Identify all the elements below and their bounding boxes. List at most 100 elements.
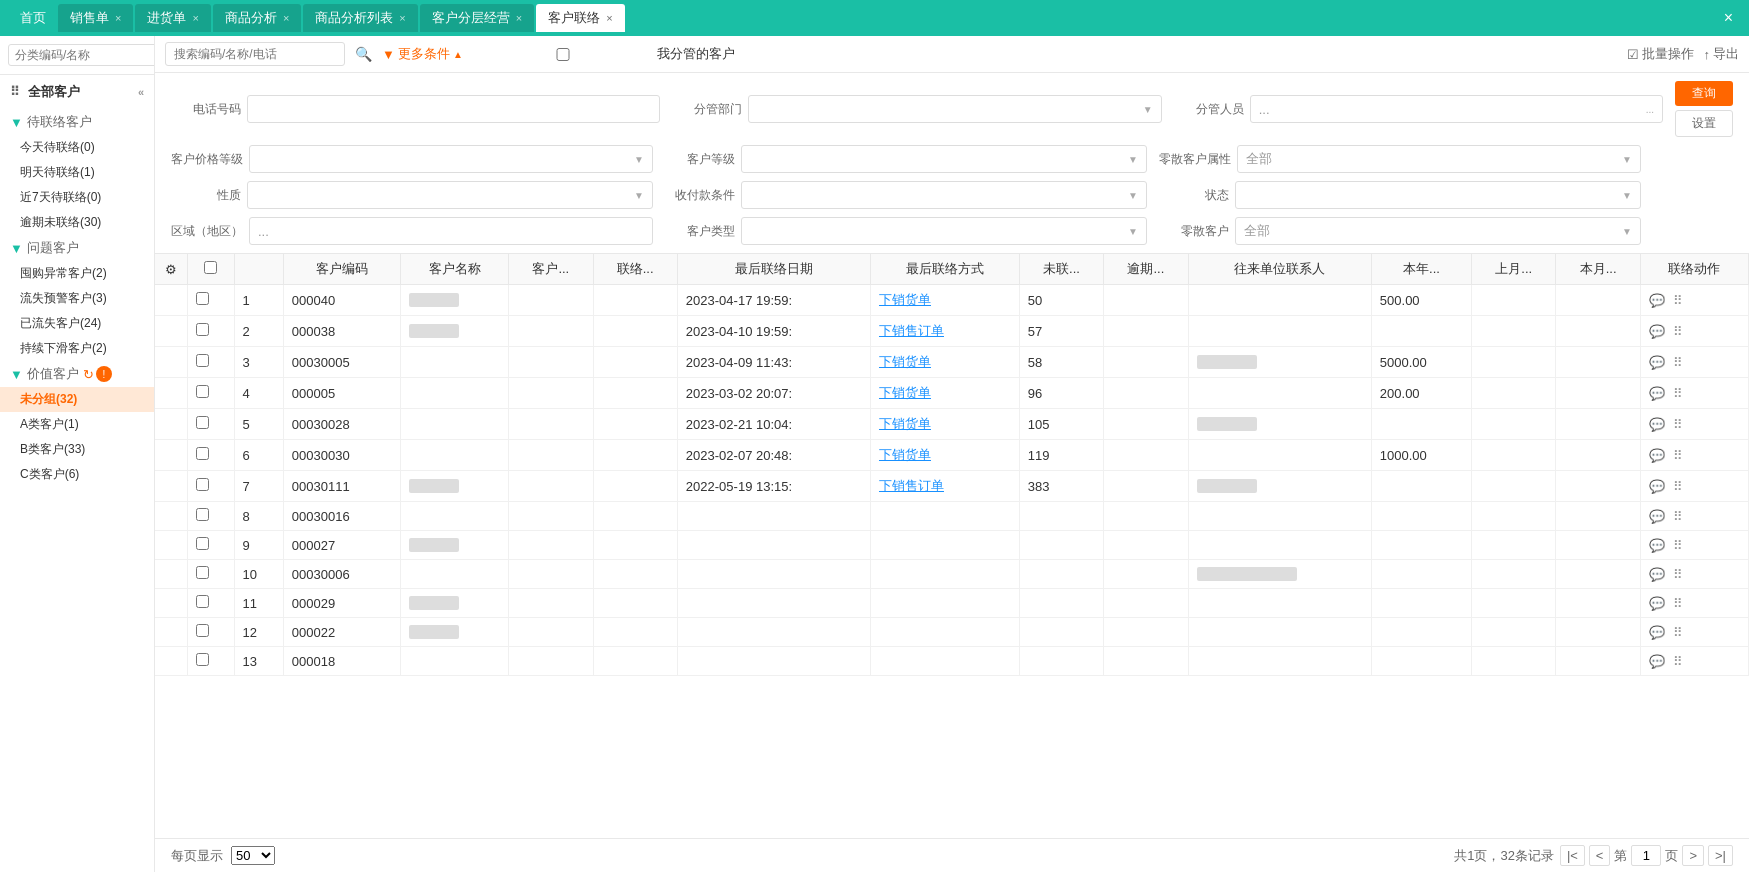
window-close-button[interactable]: × (1716, 9, 1741, 27)
chat-icon[interactable]: 💬 (1649, 625, 1665, 640)
grid-action-icon[interactable]: ⠿ (1673, 509, 1683, 524)
nav-tab-analysis-list[interactable]: 商品分析列表 × (303, 4, 417, 32)
region-select[interactable]: ... (249, 217, 653, 245)
chat-icon[interactable]: 💬 (1649, 479, 1665, 494)
chat-icon[interactable]: 💬 (1649, 567, 1665, 582)
col-this-year[interactable]: 本年... (1371, 254, 1471, 285)
checkbox-cell[interactable] (187, 618, 234, 647)
close-tab-analysis[interactable]: × (283, 12, 289, 24)
close-tab-purchase[interactable]: × (192, 12, 198, 24)
last-method-cell[interactable]: 下销售订单 (870, 316, 1019, 347)
last-method-cell[interactable] (870, 647, 1019, 676)
close-tab-customer-contact[interactable]: × (606, 12, 612, 24)
first-page-button[interactable]: |< (1560, 845, 1585, 866)
checkbox-cell[interactable] (187, 409, 234, 440)
row-checkbox[interactable] (196, 385, 209, 398)
grid-action-icon[interactable]: ⠿ (1673, 596, 1683, 611)
sidebar-item-ungroup[interactable]: 未分组(32) (0, 387, 154, 412)
grid-action-icon[interactable]: ⠿ (1673, 567, 1683, 582)
chat-icon[interactable]: 💬 (1649, 417, 1665, 432)
sidebar-item-churned[interactable]: 已流失客户(24) (0, 311, 154, 336)
sidebar-item-c-class[interactable]: C类客户(6) (0, 462, 154, 487)
chat-icon[interactable]: 💬 (1649, 538, 1665, 553)
row-checkbox[interactable] (196, 354, 209, 367)
row-checkbox[interactable] (196, 595, 209, 608)
close-tab-analysis-list[interactable]: × (399, 12, 405, 24)
nav-tab-customer-tier[interactable]: 客户分层经营 × (420, 4, 534, 32)
col-unit-contact[interactable]: 往来单位联系人 (1188, 254, 1371, 285)
sidebar-all-customers[interactable]: ⠿ 全部客户 « (0, 75, 154, 109)
row-checkbox[interactable] (196, 624, 209, 637)
sidebar-item-declining[interactable]: 持续下滑客户(2) (0, 336, 154, 361)
nav-tab-purchase[interactable]: 进货单 × (135, 4, 210, 32)
last-method-cell[interactable]: 下销货单 (870, 409, 1019, 440)
last-method-cell[interactable]: 下销货单 (870, 285, 1019, 316)
row-checkbox[interactable] (196, 566, 209, 579)
retail-attr-select[interactable]: 全部 ▼ (1237, 145, 1641, 173)
col-type[interactable]: 客户... (509, 254, 593, 285)
close-tab-sales[interactable]: × (115, 12, 121, 24)
checkbox-cell[interactable] (187, 347, 234, 378)
manager-select[interactable]: ... ... (1250, 95, 1663, 123)
sidebar-section-problem[interactable]: ▼ 问题客户 (0, 235, 154, 261)
row-checkbox[interactable] (196, 478, 209, 491)
chat-icon[interactable]: 💬 (1649, 448, 1665, 463)
checkbox-cell[interactable] (187, 502, 234, 531)
col-name[interactable]: 客户名称 (401, 254, 509, 285)
sidebar-item-hoarding[interactable]: 囤购异常客户(2) (0, 261, 154, 286)
checkbox-cell[interactable] (187, 531, 234, 560)
my-customers-checkbox-label[interactable]: 我分管的客户 (473, 45, 735, 63)
customer-level-select[interactable]: ▼ (741, 145, 1147, 173)
select-all-checkbox[interactable] (204, 261, 217, 274)
close-tab-customer-tier[interactable]: × (516, 12, 522, 24)
row-checkbox[interactable] (196, 447, 209, 460)
chat-icon[interactable]: 💬 (1649, 509, 1665, 524)
sidebar-item-churn-warning[interactable]: 流失预警客户(3) (0, 286, 154, 311)
col-last-method[interactable]: 最后联络方式 (870, 254, 1019, 285)
grid-action-icon[interactable]: ⠿ (1673, 479, 1683, 494)
chat-icon[interactable]: 💬 (1649, 324, 1665, 339)
nav-tab-sales[interactable]: 销售单 × (58, 4, 133, 32)
checkbox-cell[interactable] (187, 647, 234, 676)
row-checkbox[interactable] (196, 323, 209, 336)
nav-tab-analysis[interactable]: 商品分析 × (213, 4, 301, 32)
query-button[interactable]: 查询 (1675, 81, 1733, 106)
last-method-cell[interactable] (870, 560, 1019, 589)
col-settings[interactable]: ⚙ (155, 254, 187, 285)
nav-tab-customer-contact[interactable]: 客户联络 × (536, 4, 624, 32)
checkbox-cell[interactable] (187, 560, 234, 589)
checkbox-cell[interactable] (187, 285, 234, 316)
customer-type-select[interactable]: ▼ (741, 217, 1147, 245)
sidebar-item-b-class[interactable]: B类客户(33) (0, 437, 154, 462)
reset-button[interactable]: 设置 (1675, 110, 1733, 137)
grid-action-icon[interactable]: ⠿ (1673, 538, 1683, 553)
row-checkbox[interactable] (196, 653, 209, 666)
prev-page-button[interactable]: < (1589, 845, 1611, 866)
grid-action-icon[interactable]: ⠿ (1673, 625, 1683, 640)
my-customers-checkbox[interactable] (473, 48, 653, 61)
last-method-cell[interactable] (870, 502, 1019, 531)
grid-action-icon[interactable]: ⠿ (1673, 293, 1683, 308)
payment-select[interactable]: ▼ (741, 181, 1147, 209)
more-conditions-button[interactable]: ▼ 更多条件 ▲ (382, 45, 463, 63)
col-contact[interactable]: 联络... (593, 254, 677, 285)
dept-select[interactable]: ▼ (748, 95, 1161, 123)
row-checkbox[interactable] (196, 292, 209, 305)
col-code[interactable]: 客户编码 (283, 254, 400, 285)
row-checkbox[interactable] (196, 508, 209, 521)
last-method-cell[interactable]: 下销货单 (870, 440, 1019, 471)
last-page-button[interactable]: >| (1708, 845, 1733, 866)
grid-action-icon[interactable]: ⠿ (1673, 355, 1683, 370)
checkbox-cell[interactable] (187, 316, 234, 347)
sidebar-search-input[interactable] (8, 44, 155, 66)
chat-icon[interactable]: 💬 (1649, 293, 1665, 308)
page-input[interactable] (1631, 845, 1661, 866)
batch-ops-button[interactable]: ☑ 批量操作 (1627, 45, 1694, 63)
row-checkbox[interactable] (196, 416, 209, 429)
status-select[interactable]: ▼ (1235, 181, 1641, 209)
col-no-contact[interactable]: 未联... (1019, 254, 1103, 285)
sidebar-section-value[interactable]: ▼ 价值客户 ↻ ! (0, 361, 154, 387)
last-method-cell[interactable]: 下销货单 (870, 347, 1019, 378)
search-input[interactable] (165, 42, 345, 66)
sidebar-item-7days[interactable]: 近7天待联络(0) (0, 185, 154, 210)
